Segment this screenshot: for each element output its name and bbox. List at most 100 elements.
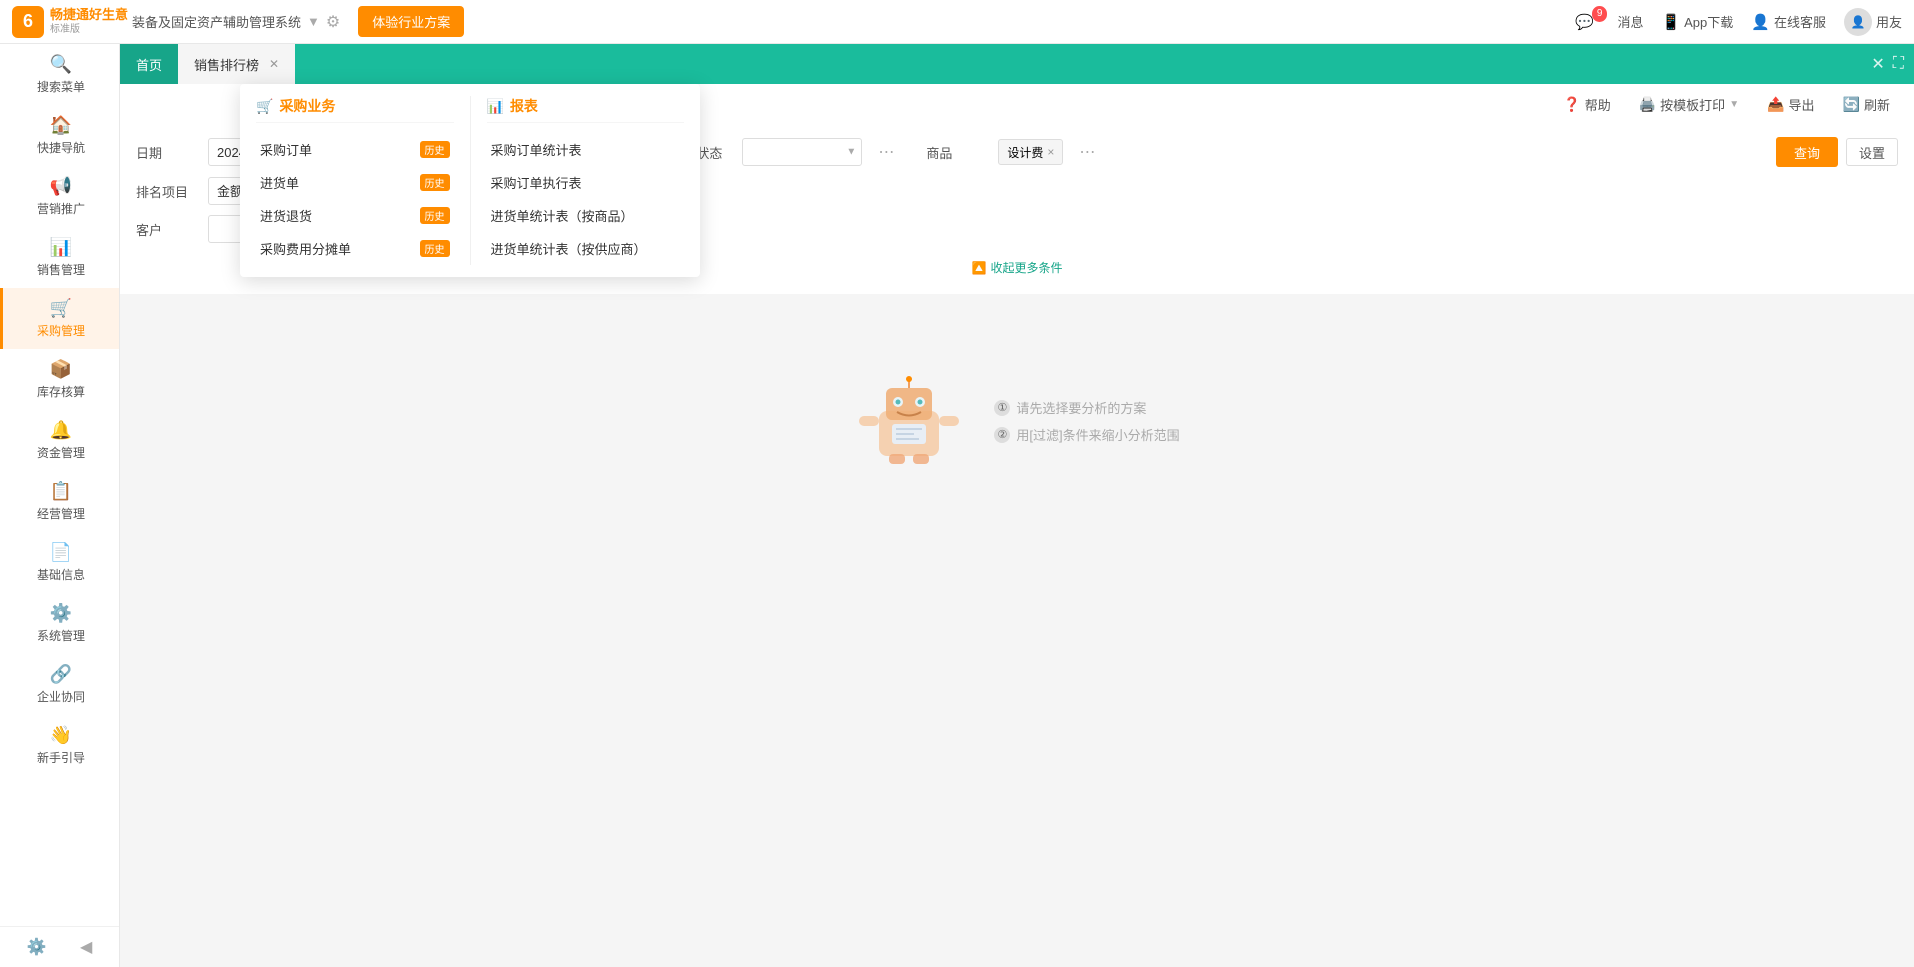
tab-home[interactable]: 首页 xyxy=(120,44,178,84)
purchase-order-label: 采购订单 xyxy=(260,140,412,159)
home-icon: 🏠 xyxy=(50,115,72,136)
rank-by-label: 排名项目 xyxy=(136,182,196,201)
print-arrow-icon: ▼ xyxy=(1729,99,1739,110)
logo-sub: 标准版 xyxy=(50,23,128,36)
top-header: 6 畅捷通好生意 标准版 装备及固定资产辅助管理系统 ▼ ⚙ 体验行业方案 💬 … xyxy=(0,0,1914,44)
goods-tag-close[interactable]: × xyxy=(1047,145,1054,159)
print-icon: 🖨️ xyxy=(1639,96,1656,113)
query-button[interactable]: 查询 xyxy=(1776,137,1838,167)
user-label: 用友 xyxy=(1876,12,1902,31)
dropdown-item-purchase-expense[interactable]: 采购费用分摊单 历史 xyxy=(256,232,454,265)
footer-collapse-icon[interactable]: ◀ xyxy=(80,937,92,957)
sidebar-label-quick-nav: 快捷导航 xyxy=(37,139,85,156)
sidebar-item-marketing[interactable]: 📢 营销推广 xyxy=(0,166,119,227)
refresh-icon: 🔄 xyxy=(1843,96,1860,113)
sidebar-label-cooperation: 企业协同 xyxy=(37,688,85,705)
sidebar-item-search[interactable]: 🔍 搜索菜单 xyxy=(0,44,119,105)
print-label: 按模板打印 xyxy=(1660,95,1725,114)
dropdown-item-goods-stats-by-supplier[interactable]: 进货单统计表（按供应商） xyxy=(487,232,685,265)
export-icon: 📤 xyxy=(1767,96,1784,113)
print-btn[interactable]: 🖨️ 按模板打印 ▼ xyxy=(1631,92,1747,117)
refresh-btn[interactable]: 🔄 刷新 xyxy=(1835,92,1898,117)
hint-num-2: ② xyxy=(994,427,1010,443)
sidebar-item-basic-info[interactable]: 📄 基础信息 xyxy=(0,532,119,593)
marketing-icon: 📢 xyxy=(50,176,72,197)
sidebar-item-cooperation[interactable]: 🔗 企业协同 xyxy=(0,654,119,715)
tab-close-icon[interactable]: ✕ xyxy=(269,57,279,71)
doc-status-dots[interactable]: ⋯ xyxy=(878,142,894,162)
customer-label: 客户 xyxy=(136,220,196,239)
message-label: 消息 xyxy=(1617,12,1643,31)
sidebar-label-marketing: 营销推广 xyxy=(37,200,85,217)
user-btn[interactable]: 👤 用友 xyxy=(1844,8,1902,36)
sales-icon: 📊 xyxy=(50,237,72,258)
sidebar-label-system: 系统管理 xyxy=(37,627,85,644)
goods-return-label: 进货退货 xyxy=(260,206,412,225)
report-col: 📊 报表 采购订单统计表 采购订单执行表 进货单统计表（按商品） 进货单统计表（… xyxy=(470,96,701,265)
system-name-text: 装备及固定资产辅助管理系统 xyxy=(132,12,301,31)
goods-receipt-history-badge: 历史 xyxy=(420,174,450,191)
dropdown-item-goods-receipt[interactable]: 进货单 历史 xyxy=(256,166,454,199)
sidebar-item-finance[interactable]: 🔔 资金管理 xyxy=(0,410,119,471)
dropdown-item-goods-return[interactable]: 进货退货 历史 xyxy=(256,199,454,232)
dropdown-item-goods-stats-by-product[interactable]: 进货单统计表（按商品） xyxy=(487,199,685,232)
dropdown-item-purchase-order-exec[interactable]: 采购订单执行表 xyxy=(487,166,685,199)
sidebar-item-sales[interactable]: 📊 销售管理 xyxy=(0,227,119,288)
sidebar-label-operation: 经营管理 xyxy=(37,505,85,522)
refresh-label: 刷新 xyxy=(1864,95,1890,114)
online-service-btn[interactable]: 👤 在线客服 xyxy=(1751,12,1826,31)
collapse-label: 收起更多条件 xyxy=(990,259,1062,276)
date-label: 日期 xyxy=(136,143,196,162)
empty-state: ① 请先选择要分析的方案 ② 用[过滤]条件来缩小分析范围 xyxy=(120,296,1914,546)
header-system-name: 装备及固定资产辅助管理系统 ▼ ⚙ 体验行业方案 xyxy=(132,6,1575,37)
sidebar: 🔍 搜索菜单 🏠 快捷导航 📢 营销推广 📊 销售管理 🛒 采购管理 📦 库存核… xyxy=(0,44,120,967)
dropdown-item-purchase-order-stats[interactable]: 采购订单统计表 xyxy=(487,133,685,166)
logo-text: 畅捷通好生意 标准版 xyxy=(50,7,128,37)
empty-text-block: ① 请先选择要分析的方案 ② 用[过滤]条件来缩小分析范围 xyxy=(994,398,1179,444)
app-label: App下载 xyxy=(1684,12,1733,31)
settings-button[interactable]: 设置 xyxy=(1846,138,1898,166)
finance-icon: 🔔 xyxy=(50,420,72,441)
search-icon: 🔍 xyxy=(50,54,72,75)
dropdown-item-purchase-order[interactable]: 采购订单 历史 xyxy=(256,133,454,166)
tab-bar: 首页 销售排行榜 ✕ ✕ ⛶ xyxy=(120,44,1914,84)
export-label: 导出 xyxy=(1789,95,1815,114)
app-download-btn[interactable]: 📱 App下载 xyxy=(1661,12,1733,31)
purchase-business-col-icon: 🛒 xyxy=(256,98,273,115)
tab-home-label: 首页 xyxy=(136,55,162,74)
help-icon: ❓ xyxy=(1563,96,1580,113)
sidebar-item-inventory[interactable]: 📦 库存核算 xyxy=(0,349,119,410)
tab-sales-ranking-label: 销售排行榜 xyxy=(194,55,259,74)
experience-btn[interactable]: 体验行业方案 xyxy=(358,6,464,37)
tab-fullscreen-icon[interactable]: ⛶ xyxy=(1893,55,1904,73)
export-btn[interactable]: 📤 导出 xyxy=(1759,92,1822,117)
service-icon: 👤 xyxy=(1751,13,1770,31)
sidebar-footer: ⚙️ ◀ xyxy=(0,926,119,967)
sidebar-label-basic-info: 基础信息 xyxy=(37,566,85,583)
doc-status-select-wrapper: ▼ xyxy=(742,138,862,166)
tab-sales-ranking[interactable]: 销售排行榜 ✕ xyxy=(178,44,295,84)
doc-status-select[interactable] xyxy=(742,138,862,166)
empty-hint-1: ① 请先选择要分析的方案 xyxy=(994,398,1146,417)
dropdown-arrow-icon[interactable]: ▼ xyxy=(307,14,320,29)
sidebar-item-system[interactable]: ⚙️ 系统管理 xyxy=(0,593,119,654)
sidebar-item-quick-nav[interactable]: 🏠 快捷导航 xyxy=(0,105,119,166)
cooperation-icon: 🔗 xyxy=(50,664,72,685)
message-btn[interactable]: 💬 9 消息 xyxy=(1575,12,1643,31)
sidebar-item-purchase[interactable]: 🛒 采购管理 xyxy=(0,288,119,349)
sidebar-item-operation[interactable]: 📋 经营管理 xyxy=(0,471,119,532)
footer-settings-icon[interactable]: ⚙️ xyxy=(27,937,47,957)
help-btn[interactable]: ❓ 帮助 xyxy=(1555,92,1618,117)
hint-text-2: 用[过滤]条件来缩小分析范围 xyxy=(1016,425,1179,444)
goods-tag-text: 设计费 xyxy=(1007,144,1043,161)
empty-illustration xyxy=(854,376,964,466)
robot-svg xyxy=(854,376,964,466)
purchase-dropdown-menu: 🛒 采购业务 采购订单 历史 进货单 历史 进货退货 历史 采购费用分摊单 xyxy=(240,84,700,277)
settings-icon[interactable]: ⚙ xyxy=(326,12,340,32)
goods-dots[interactable]: ⋯ xyxy=(1079,142,1095,162)
tab-close-all-icon[interactable]: ✕ xyxy=(1871,54,1884,74)
report-header: 📊 报表 xyxy=(487,96,685,123)
purchase-order-stats-label: 采购订单统计表 xyxy=(491,140,681,159)
sidebar-item-newbie[interactable]: 👋 新手引导 xyxy=(0,715,119,776)
system-icon: ⚙️ xyxy=(50,603,72,624)
